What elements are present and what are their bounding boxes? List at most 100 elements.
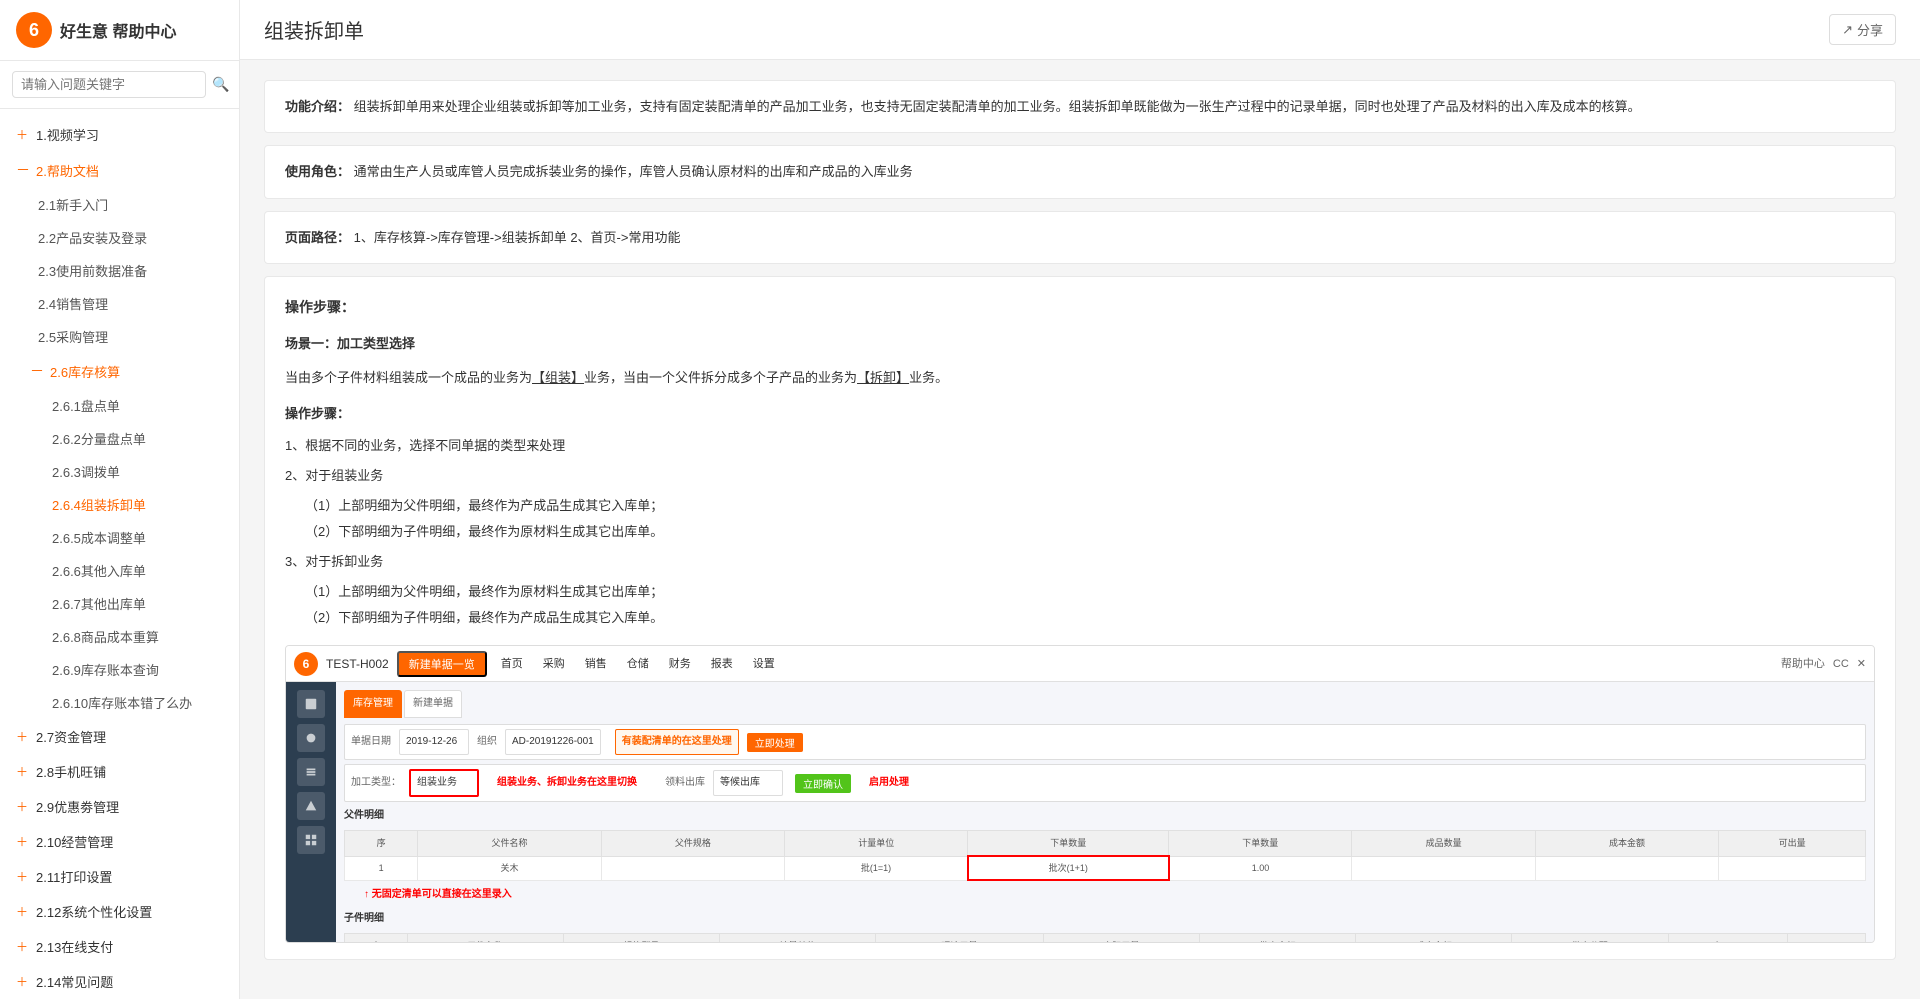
ss-cell: 批(1=1)	[785, 856, 968, 880]
sidebar-item-check[interactable]: 2.6.9库存账本查询	[0, 653, 239, 686]
ss-org-input[interactable]: AD-20191226-001	[505, 729, 601, 755]
ss-icon-1[interactable]	[297, 690, 325, 718]
nav-list: ＋ 1.视频学习 － 2.帮助文档 2.1新手入门 2.2产品安装及登录 2.3…	[0, 109, 239, 999]
expand-icon: ＋	[16, 938, 30, 955]
ss-icon-4[interactable]	[297, 792, 325, 820]
sidebar: 6 好生意 帮助中心 🔍 ＋ 1.视频学习 － 2.帮助文档 2.1新手入门 2…	[0, 0, 240, 999]
expand-icon: ＋	[16, 763, 30, 780]
sidebar-item-online[interactable]: ＋ 2.13在线支付	[0, 929, 239, 964]
sidebar-item-purchase[interactable]: 2.5采购管理	[0, 320, 239, 353]
expand-icon: ＋	[16, 126, 30, 143]
ss-nav-home: 首页	[495, 651, 529, 677]
role-text: 通常由生产人员或库管人员完成拆装业务的操作，库管人员确认原材料的出库和产成品的入…	[354, 164, 913, 179]
scene-title: 场景一：加工类型选择	[285, 331, 1875, 357]
assembly-link[interactable]: 【组装】	[532, 370, 584, 385]
ss-icon-2[interactable]	[297, 724, 325, 752]
share-icon: ↗	[1842, 22, 1853, 38]
sidebar-item-install[interactable]: 2.2产品安装及登录	[0, 221, 239, 254]
expand-icon: ＋	[16, 728, 30, 745]
sidebar-item-faq[interactable]: ＋ 2.14常见问题	[0, 964, 239, 999]
sidebar-item-sales[interactable]: 2.4销售管理	[0, 287, 239, 320]
role-label: 使用角色：	[285, 164, 350, 179]
page-title: 组装拆卸单	[264, 15, 364, 44]
step1: 1、根据不同的业务，选择不同单据的类型来处理	[285, 433, 1875, 459]
sidebar-item-commodity[interactable]: 2.6.8商品成本重算	[0, 620, 239, 653]
path-label: 页面路径：	[285, 230, 350, 245]
sidebar-header: 6 好生意 帮助中心	[0, 0, 239, 61]
ss-nav-sales: 销售	[579, 651, 613, 677]
sidebar-item-stocktake2[interactable]: 2.6.2分量盘点单	[0, 422, 239, 455]
sidebar-item-custom[interactable]: ＋ 2.12系统个性化设置	[0, 894, 239, 929]
logo-icon: 6	[16, 12, 52, 48]
ss-col-parent-name: 父件名称	[418, 831, 601, 857]
sidebar-item-stocktake[interactable]: 2.6.1盘点单	[0, 389, 239, 422]
sidebar-item-error[interactable]: 2.6.10库存账本错了么办	[0, 686, 239, 719]
disassembly-link[interactable]: 【拆卸】	[857, 370, 909, 385]
sidebar-item-newbie[interactable]: 2.1新手入门	[0, 188, 239, 221]
sidebar-item-outbound[interactable]: 2.6.7其他出库单	[0, 587, 239, 620]
sidebar-label: 2.7资金管理	[36, 727, 106, 746]
sidebar-item-transfer[interactable]: 2.6.3调拨单	[0, 455, 239, 488]
share-button[interactable]: ↗ 分享	[1829, 14, 1896, 45]
sidebar-item-fund[interactable]: ＋ 2.7资金管理	[0, 719, 239, 754]
sidebar-item-docs[interactable]: － 2.帮助文档	[0, 152, 239, 188]
ss-date-input[interactable]: 2019-12-26	[399, 729, 469, 755]
sidebar-item-inventory[interactable]: － 2.6库存核算	[0, 353, 239, 389]
ss-cell	[601, 856, 784, 880]
sidebar-item-video[interactable]: ＋ 1.视频学习	[0, 117, 239, 152]
ss-lower-col-alloc: 批次分配	[1512, 934, 1668, 943]
ss-lower-col-theory: 理论用量	[876, 934, 1044, 943]
feature-intro-block: 功能介绍： 组装拆卸单用来处理企业组装或拆卸等加工业务，支持有固定装配清单的产品…	[264, 80, 1896, 133]
ss-annotation-3: 启用处理	[869, 773, 909, 793]
search-button[interactable]: 🔍	[212, 76, 229, 93]
ss-tab-new[interactable]: 新建单据	[404, 690, 462, 718]
ss-col-order-qty: 下单数量	[968, 831, 1169, 857]
ss-tab-inventory[interactable]: 库存管理	[344, 690, 402, 718]
share-label: 分享	[1857, 20, 1883, 39]
ss-apply-btn[interactable]: 立即处理	[747, 733, 803, 752]
ss-col-unit: 计量单位	[785, 831, 968, 857]
sidebar-item-assembly[interactable]: 2.6.4组装拆卸单	[0, 488, 239, 521]
ss-icon-3[interactable]	[297, 758, 325, 786]
sidebar-label: 2.12系统个性化设置	[36, 902, 152, 921]
sidebar-item-print[interactable]: ＋ 2.11打印设置	[0, 859, 239, 894]
ss-type-input[interactable]: 组装业务	[409, 769, 479, 797]
sidebar-label: 2.11打印设置	[36, 867, 112, 886]
ss-confirm-btn[interactable]: 立即确认	[795, 774, 851, 793]
ss-nav-purchase: 采购	[537, 651, 571, 677]
expand-icon: ＋	[16, 798, 30, 815]
ss-lower-col-action	[1788, 934, 1866, 943]
step3: 3、对于拆卸业务	[285, 549, 1875, 575]
ss-lower-col-batch-amt: 批次金额	[1199, 934, 1355, 943]
feature-intro-label: 功能介绍：	[285, 99, 350, 114]
screenshot-inner: 6 TEST-H002 新建单据一览 首页 采购 销售 仓储 财务 报表 设置 …	[286, 646, 1874, 942]
sidebar-item-ops[interactable]: ＋ 2.10经营管理	[0, 824, 239, 859]
sidebar-item-prepare[interactable]: 2.3使用前数据准备	[0, 254, 239, 287]
ss-icon-5[interactable]	[297, 826, 325, 854]
path-block: 页面路径： 1、库存核算->库存管理->组装拆卸单 2、首页->常用功能	[264, 211, 1896, 264]
ss-close-icon[interactable]: ✕	[1857, 653, 1866, 675]
ss-left-sidebar	[286, 682, 336, 942]
sidebar-item-coupon[interactable]: ＋ 2.9优惠劵管理	[0, 789, 239, 824]
ss-cell	[1352, 856, 1535, 880]
sidebar-item-cost[interactable]: 2.6.5成本调整单	[0, 521, 239, 554]
ss-topbar: 6 TEST-H002 新建单据一览 首页 采购 销售 仓储 财务 报表 设置 …	[286, 646, 1874, 682]
ss-new-btn[interactable]: 新建单据一览	[397, 651, 487, 677]
path-text: 1、库存核算->库存管理->组装拆卸单 2、首页->常用功能	[354, 230, 681, 245]
ss-nav-finance: 财务	[663, 651, 697, 677]
ss-app-logo: 6	[294, 652, 318, 676]
step2: 2、对于组装业务	[285, 463, 1875, 489]
ss-cell	[1535, 856, 1718, 880]
sidebar-item-mobile[interactable]: ＋ 2.8手机旺铺	[0, 754, 239, 789]
collapse-icon: －	[30, 361, 44, 381]
expand-icon: ＋	[16, 868, 30, 885]
search-box: 🔍	[0, 61, 239, 109]
ss-cell: 关木	[418, 856, 601, 880]
search-input[interactable]	[12, 71, 206, 98]
ss-col-seq: 序	[345, 831, 418, 857]
ss-annotation-2: 组装业务、拆卸业务在这里切换	[497, 773, 637, 793]
sidebar-item-inbound[interactable]: 2.6.6其他入库单	[0, 554, 239, 587]
steps-block: 操作步骤： 场景一：加工类型选择 当由多个子件材料组装成一个成品的业务为【组装】…	[264, 276, 1896, 960]
ss-stock-input[interactable]: 等候出库	[713, 770, 783, 796]
ss-cell-highlight: 批次(1+1)	[968, 856, 1169, 880]
